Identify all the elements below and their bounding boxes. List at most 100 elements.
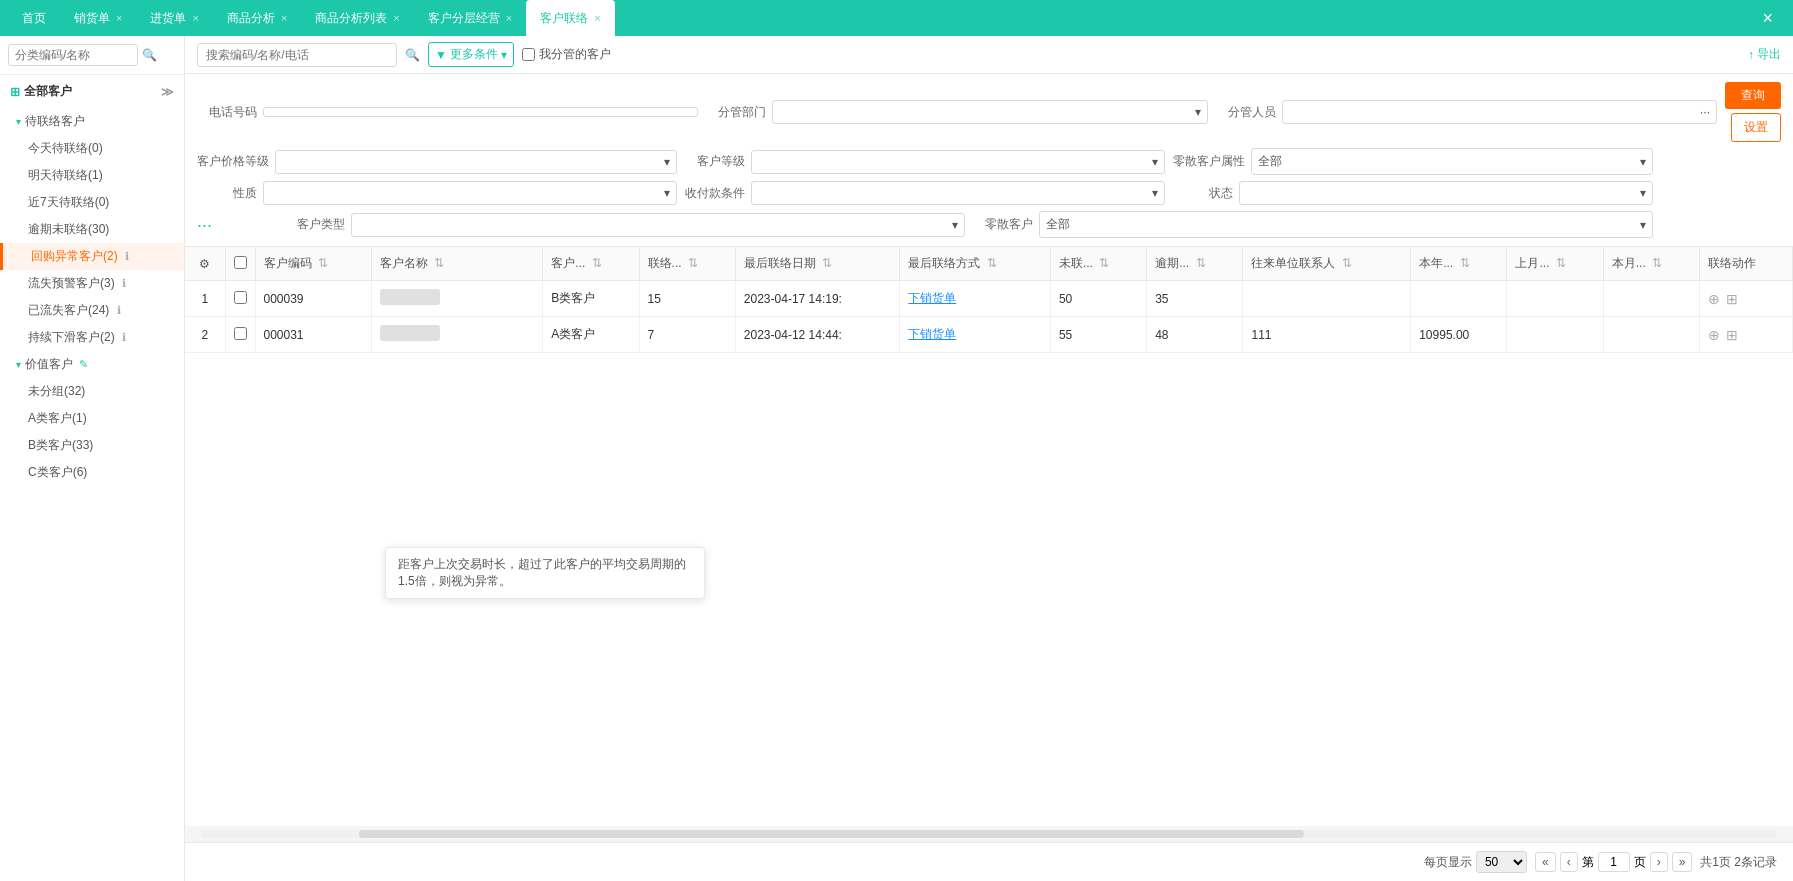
last-method-link-1[interactable]: 下销货单	[908, 291, 956, 305]
sidebar-item-today[interactable]: 今天待联络(0)	[0, 135, 184, 162]
query-button[interactable]: 查询	[1725, 82, 1781, 109]
th-grade[interactable]: 客户... ⇅	[543, 247, 639, 281]
sidebar-value-customers-group[interactable]: ▾ 价值客户 ✎	[0, 351, 184, 378]
th-no-contact[interactable]: 未联... ⇅	[1050, 247, 1146, 281]
dept-chevron-icon: ▾	[1195, 105, 1201, 119]
nav-sales-close[interactable]: ×	[116, 12, 122, 24]
row1-checkbox[interactable]	[234, 291, 247, 304]
prev-page-button[interactable]: ‹	[1560, 852, 1578, 872]
nav-purchase-close[interactable]: ×	[192, 12, 198, 24]
close-all-button[interactable]: ×	[1750, 8, 1785, 29]
filter-icon: ▼	[435, 48, 447, 62]
action-link-icon-1[interactable]: ⊕	[1708, 291, 1720, 307]
action-grid-icon-1[interactable]: ⊞	[1726, 291, 1738, 307]
th-contact-count[interactable]: 联络... ⇅	[639, 247, 735, 281]
manager-select[interactable]: ···	[1282, 100, 1717, 124]
nav-home[interactable]: 首页	[8, 0, 60, 36]
next-page-button[interactable]: ›	[1650, 852, 1668, 872]
action-link-icon-2[interactable]: ⊕	[1708, 327, 1720, 343]
pagination-nav: « ‹ 第 页 › »	[1535, 852, 1692, 872]
filter-customer-type: 客户类型 ▾	[285, 213, 965, 237]
row2-checkbox[interactable]	[234, 327, 247, 340]
nav-product-list-close[interactable]: ×	[393, 12, 399, 24]
value-edit-icon[interactable]: ✎	[79, 358, 88, 371]
nav-purchase-order[interactable]: 进货单 ×	[136, 0, 212, 36]
nav-product-analysis[interactable]: 商品分析 ×	[213, 0, 301, 36]
nav-purchase-label: 进货单	[150, 10, 186, 27]
filter-search-icon[interactable]: 🔍	[405, 48, 420, 62]
td-checkbox-2[interactable]	[225, 317, 255, 353]
last-method-link-2[interactable]: 下销货单	[908, 327, 956, 341]
td-checkbox-1[interactable]	[225, 281, 255, 317]
nav-segment-close[interactable]: ×	[506, 12, 512, 24]
sidebar-item-repurchase-abnormal[interactable]: 回购异常客户(2) ℹ	[0, 243, 184, 270]
customer-name-blurred-1	[380, 289, 440, 305]
sidebar-item-ungrouped[interactable]: 未分组(32)	[0, 378, 184, 405]
nav-customer-contact[interactable]: 客户联络 ×	[526, 0, 614, 36]
sidebar-item-lapsed[interactable]: 已流失客户(24) ℹ	[0, 297, 184, 324]
first-page-button[interactable]: «	[1535, 852, 1556, 872]
horizontal-scrollbar-track[interactable]	[185, 826, 1793, 842]
export-button[interactable]: ↑ 导出	[1748, 46, 1781, 63]
th-settings[interactable]: ⚙	[185, 247, 225, 281]
scatter-attr-select[interactable]: 全部 ▾	[1251, 148, 1653, 175]
td-last-date-1: 2023-04-17 14:19:	[735, 281, 900, 317]
price-grade-select[interactable]: ▾	[275, 150, 677, 174]
horizontal-scroll-thumb[interactable]	[359, 830, 1305, 838]
th-contact-person[interactable]: 往来单位联系人 ⇅	[1243, 247, 1411, 281]
action-icons-2: ⊕ ⊞	[1708, 327, 1784, 343]
nav-customer-segment[interactable]: 客户分层经营 ×	[414, 0, 526, 36]
per-page-select[interactable]: 50 100 200	[1476, 851, 1527, 873]
nature-select[interactable]: ▾	[263, 181, 677, 205]
sidebar-group-pending[interactable]: ▾ 待联络客户	[0, 108, 184, 135]
td-last-method-1[interactable]: 下销货单	[900, 281, 1051, 317]
my-customers-checkbox-label[interactable]: 我分管的客户	[522, 46, 611, 63]
page-number-input[interactable]	[1598, 852, 1630, 872]
th-year-amount[interactable]: 本年... ⇅	[1411, 247, 1507, 281]
sidebar-all-customers[interactable]: ⊞ 全部客户 ≫	[0, 75, 184, 108]
nav-contact-close[interactable]: ×	[594, 12, 600, 24]
scatter-cust-select[interactable]: 全部 ▾	[1039, 211, 1653, 238]
page-unit: 页	[1634, 854, 1646, 871]
phone-input[interactable]	[263, 107, 698, 117]
sidebar-item-overdue[interactable]: 逾期未联络(30)	[0, 216, 184, 243]
th-last-month[interactable]: 上月... ⇅	[1507, 247, 1603, 281]
dept-select[interactable]: ▾	[772, 100, 1207, 124]
settings-icon[interactable]: ⚙	[199, 257, 210, 271]
sidebar-item-class-c[interactable]: C类客户(6)	[0, 459, 184, 486]
th-last-contact-method[interactable]: 最后联络方式 ⇅	[900, 247, 1051, 281]
th-overdue[interactable]: 逾期... ⇅	[1147, 247, 1243, 281]
sidebar-item-7days[interactable]: 近7天待联络(0)	[0, 189, 184, 216]
th-name[interactable]: 客户名称 ⇅	[371, 247, 543, 281]
nav-product-analysis-list[interactable]: 商品分析列表 ×	[301, 0, 413, 36]
sidebar-item-class-b[interactable]: B类客户(33)	[0, 432, 184, 459]
more-conditions-button[interactable]: ▼ 更多条件 ▾	[428, 42, 514, 67]
th-checkbox[interactable]	[225, 247, 255, 281]
sidebar-item-declining[interactable]: 持续下滑客户(2) ℹ	[0, 324, 184, 351]
nav-sales-order[interactable]: 销货单 ×	[60, 0, 136, 36]
th-code[interactable]: 客户编码 ⇅	[255, 247, 371, 281]
my-customers-checkbox[interactable]	[522, 48, 535, 61]
payment-select[interactable]: ▾	[751, 181, 1165, 205]
select-all-checkbox[interactable]	[234, 256, 247, 269]
dots-button[interactable]: ···	[197, 216, 212, 234]
th-this-month[interactable]: 本月... ⇅	[1603, 247, 1699, 281]
sidebar-item-tomorrow[interactable]: 明天待联络(1)	[0, 162, 184, 189]
scatter-attr-value: 全部	[1258, 153, 1282, 170]
status-select[interactable]: ▾	[1239, 181, 1653, 205]
sidebar-item-class-a[interactable]: A类客户(1)	[0, 405, 184, 432]
search-input[interactable]	[197, 43, 397, 67]
action-grid-icon-2[interactable]: ⊞	[1726, 327, 1738, 343]
cust-grade-select[interactable]: ▾	[751, 150, 1165, 174]
last-page-button[interactable]: »	[1672, 852, 1693, 872]
td-last-method-2[interactable]: 下销货单	[900, 317, 1051, 353]
overdue-sort-icon: ⇅	[1196, 256, 1206, 270]
sidebar-search-icon[interactable]: 🔍	[142, 48, 157, 62]
settings-button[interactable]: 设置	[1731, 113, 1781, 142]
sidebar-search-input[interactable]	[8, 44, 138, 66]
th-last-contact-date[interactable]: 最后联络日期 ⇅	[735, 247, 900, 281]
cust-type-select[interactable]: ▾	[351, 213, 965, 237]
sidebar-item-lapse-warning[interactable]: 流失预警客户(3) ℹ	[0, 270, 184, 297]
nav-product-analysis-close[interactable]: ×	[281, 12, 287, 24]
td-action-2: ⊕ ⊞	[1700, 317, 1793, 353]
